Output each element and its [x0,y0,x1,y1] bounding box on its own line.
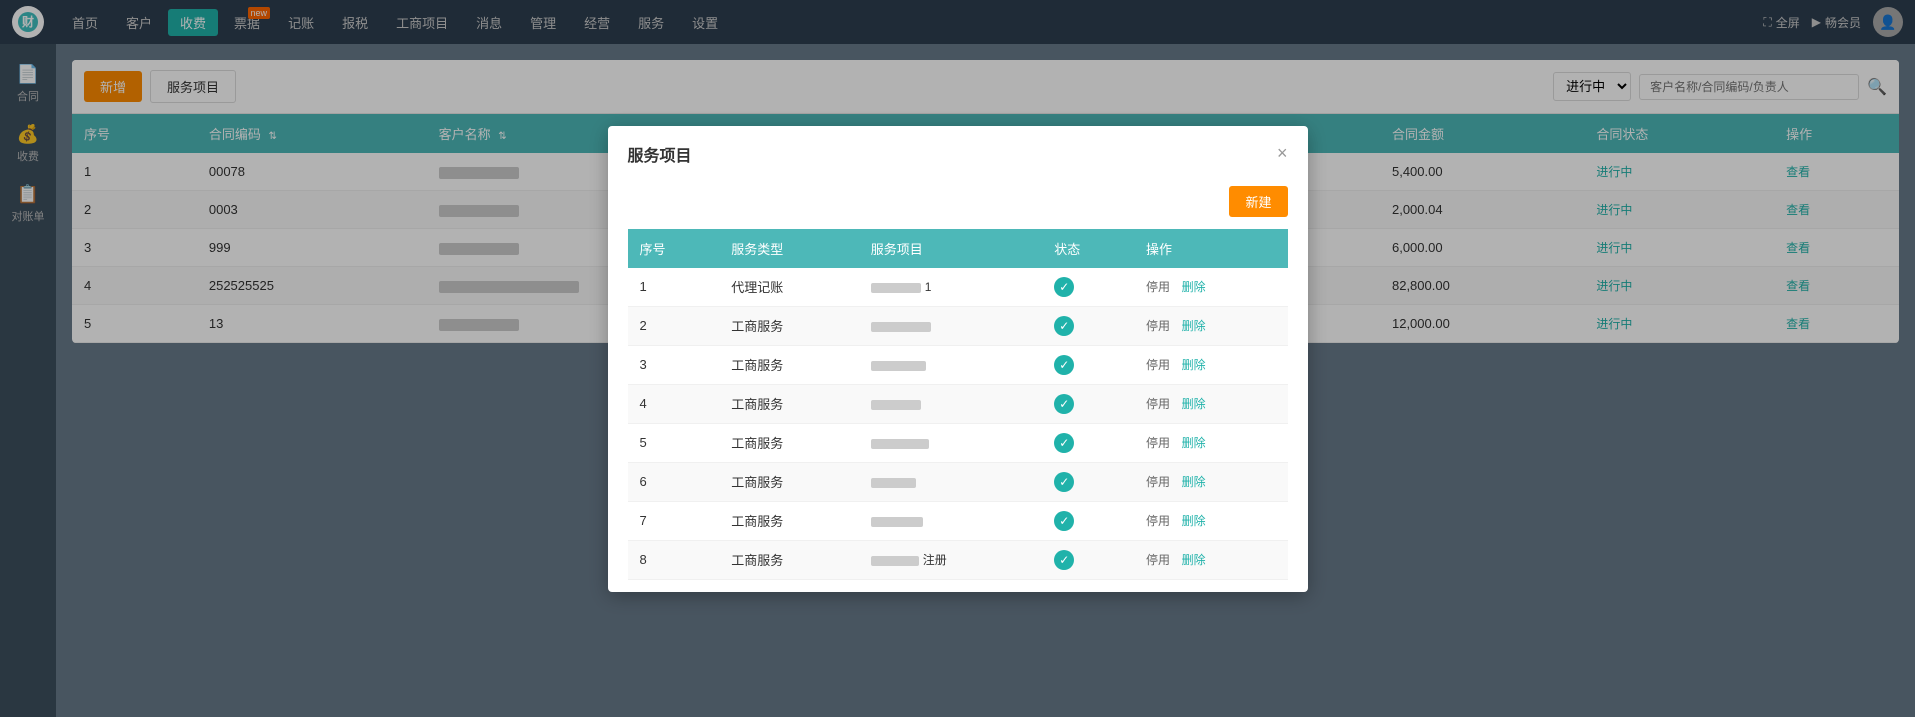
modal-cell-actions: 停用 删除 [1134,423,1288,462]
modal-cell-status: ✓ [1042,306,1134,345]
modal-cell-seq: 3 [628,345,720,384]
status-check-icon: ✓ [1054,355,1074,375]
delete-button[interactable]: 删除 [1182,358,1206,372]
modal-cell-type: 代理记账 [719,268,858,307]
modal-cell-item [859,306,1043,345]
delete-button[interactable]: 删除 [1182,475,1206,489]
stop-button[interactable]: 停用 [1146,358,1170,372]
modal-cell-item: 1 [859,268,1043,307]
modal-scroll[interactable]: 序号 服务类型 服务项目 状态 操作 1 代理记账 1 ✓ 停用 删除 2 [628,229,1288,580]
stop-button[interactable]: 停用 [1146,319,1170,333]
stop-button[interactable]: 停用 [1146,514,1170,528]
modal-table-row: 8 工商服务 注册 ✓ 停用 删除 [628,540,1288,579]
delete-button[interactable]: 删除 [1182,280,1206,294]
delete-button[interactable]: 删除 [1182,397,1206,411]
modal-cell-seq: 6 [628,462,720,501]
modal-cell-status: ✓ [1042,501,1134,540]
modal-cell-seq: 5 [628,423,720,462]
modal-cell-type: 工商服务 [719,384,858,423]
modal-cell-status: ✓ [1042,268,1134,307]
modal-cell-seq: 1 [628,268,720,307]
service-items-table: 序号 服务类型 服务项目 状态 操作 1 代理记账 1 ✓ 停用 删除 2 [628,229,1288,580]
modal-cell-item [859,423,1043,462]
modal-cell-type: 工商服务 [719,462,858,501]
modal-cell-actions: 停用 删除 [1134,306,1288,345]
modal-table-row: 5 工商服务 ✓ 停用 删除 [628,423,1288,462]
modal-cell-actions: 停用 删除 [1134,345,1288,384]
status-check-icon: ✓ [1054,316,1074,336]
status-check-icon: ✓ [1054,277,1074,297]
modal-cell-type: 工商服务 [719,501,858,540]
modal-cell-type: 工商服务 [719,540,858,579]
modal-cell-actions: 停用 删除 [1134,540,1288,579]
modal-cell-item [859,345,1043,384]
modal-col-type: 服务类型 [719,229,858,268]
delete-button[interactable]: 删除 [1182,319,1206,333]
modal-table-row: 4 工商服务 ✓ 停用 删除 [628,384,1288,423]
stop-button[interactable]: 停用 [1146,436,1170,450]
modal-cell-actions: 停用 删除 [1134,384,1288,423]
status-check-icon: ✓ [1054,511,1074,531]
new-service-item-button[interactable]: 新建 [1229,186,1287,217]
modal-cell-seq: 4 [628,384,720,423]
modal-cell-status: ✓ [1042,462,1134,501]
modal-cell-item [859,462,1043,501]
modal-table-row: 3 工商服务 ✓ 停用 删除 [628,345,1288,384]
modal-cell-status: ✓ [1042,384,1134,423]
stop-button[interactable]: 停用 [1146,397,1170,411]
delete-button[interactable]: 删除 [1182,514,1206,528]
modal-cell-type: 工商服务 [719,306,858,345]
modal-toolbar: 新建 [628,186,1288,217]
modal-cell-status: ✓ [1042,423,1134,462]
modal-cell-seq: 2 [628,306,720,345]
modal-table-row: 7 工商服务 ✓ 停用 删除 [628,501,1288,540]
modal-cell-seq: 8 [628,540,720,579]
modal-col-action: 操作 [1134,229,1288,268]
status-check-icon: ✓ [1054,433,1074,453]
stop-button[interactable]: 停用 [1146,553,1170,567]
service-items-modal: 服务项目 × 新建 序号 服务类型 服务项目 状态 操作 [608,126,1308,592]
modal-cell-status: ✓ [1042,540,1134,579]
modal-overlay[interactable]: 服务项目 × 新建 序号 服务类型 服务项目 状态 操作 [0,0,1915,717]
modal-cell-item [859,384,1043,423]
modal-cell-type: 工商服务 [719,345,858,384]
delete-button[interactable]: 删除 [1182,436,1206,450]
modal-col-status: 状态 [1042,229,1134,268]
modal-table-row: 2 工商服务 ✓ 停用 删除 [628,306,1288,345]
status-check-icon: ✓ [1054,550,1074,570]
modal-col-item: 服务项目 [859,229,1043,268]
modal-cell-item: 注册 [859,540,1043,579]
status-check-icon: ✓ [1054,394,1074,414]
modal-cell-status: ✓ [1042,345,1134,384]
stop-button[interactable]: 停用 [1146,280,1170,294]
modal-cell-seq: 7 [628,501,720,540]
status-check-icon: ✓ [1054,472,1074,492]
stop-button[interactable]: 停用 [1146,475,1170,489]
modal-cell-actions: 停用 删除 [1134,462,1288,501]
modal-table-row: 1 代理记账 1 ✓ 停用 删除 [628,268,1288,307]
modal-cell-actions: 停用 删除 [1134,501,1288,540]
modal-cell-actions: 停用 删除 [1134,268,1288,307]
modal-cell-type: 工商服务 [719,423,858,462]
delete-button[interactable]: 删除 [1182,553,1206,567]
modal-body: 新建 序号 服务类型 服务项目 状态 操作 1 代理记账 [608,174,1308,592]
modal-title: 服务项目 [628,142,692,166]
modal-close-button[interactable]: × [1277,143,1288,164]
modal-col-seq: 序号 [628,229,720,268]
modal-table-row: 6 工商服务 ✓ 停用 删除 [628,462,1288,501]
modal-cell-item [859,501,1043,540]
modal-header: 服务项目 × [608,126,1308,174]
